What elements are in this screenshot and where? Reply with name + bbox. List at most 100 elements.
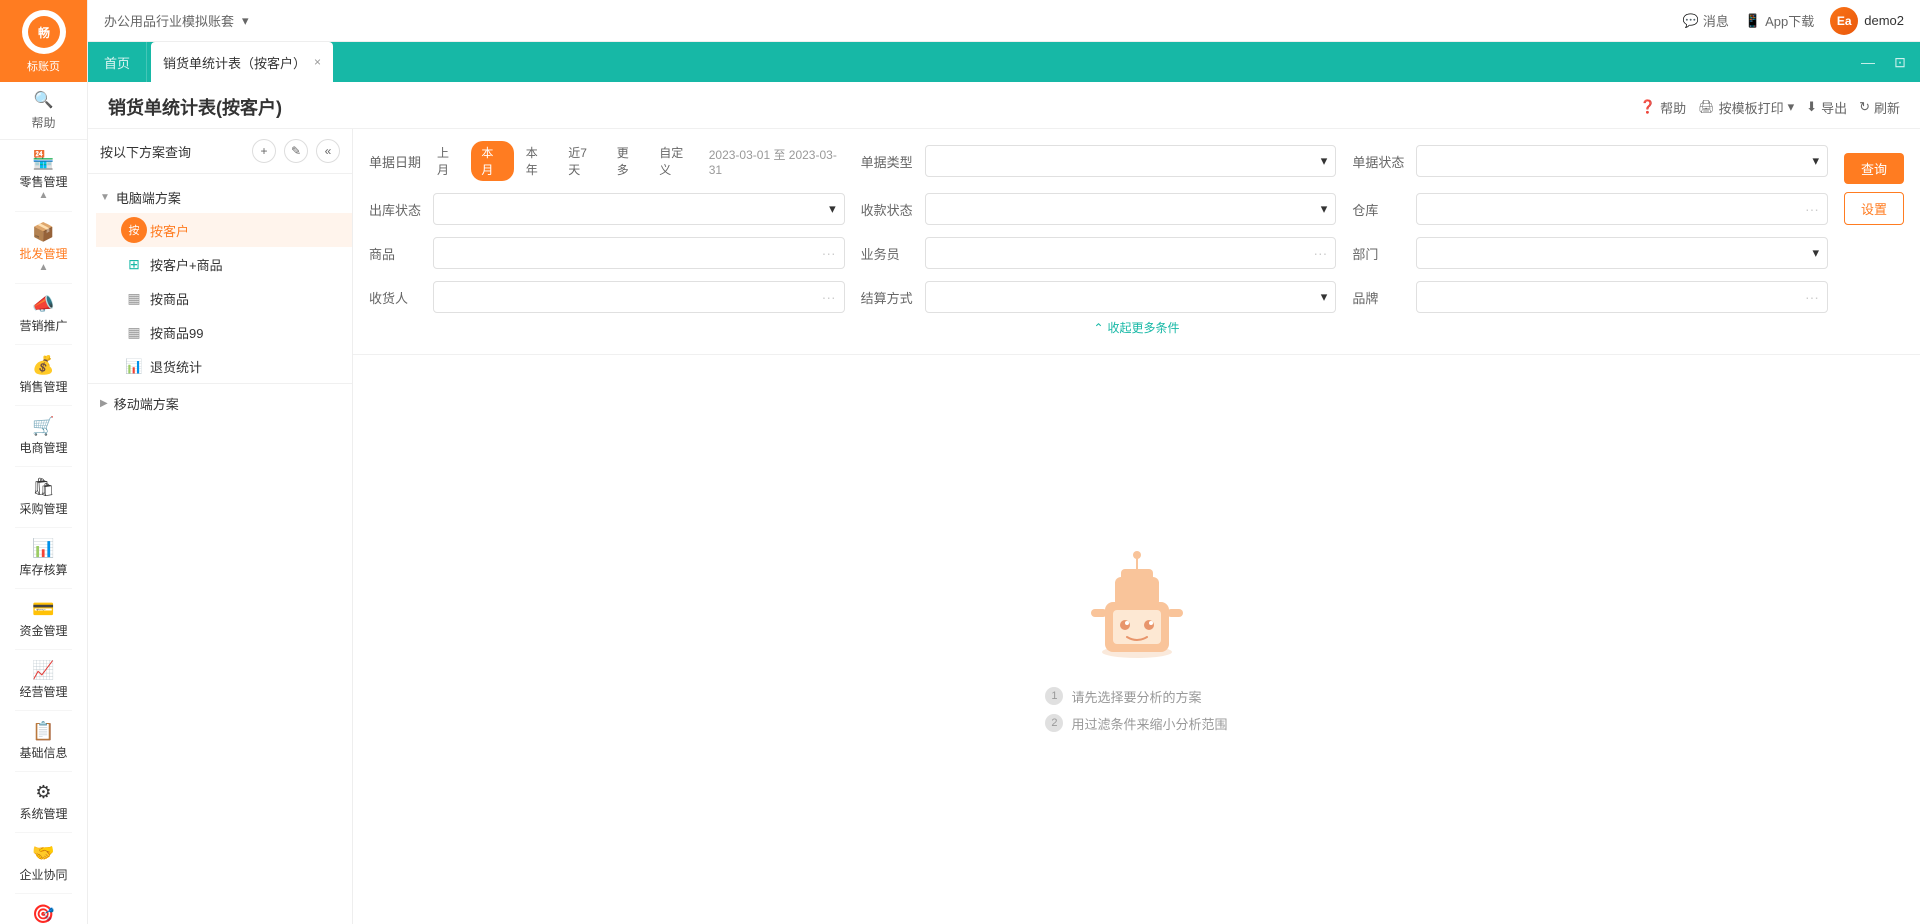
print-btn[interactable]: 🖨 按模板打印 ▾ xyxy=(1698,98,1794,117)
sidebar-item-零售管理[interactable]: 🏪 零售管理 ▲ xyxy=(15,140,71,212)
tab-minimize-btn[interactable]: — xyxy=(1856,50,1880,74)
tree-item-按商品99[interactable]: ▦ 按商品99 xyxy=(96,315,352,349)
sidebar-item-销售管理[interactable]: 💰 销售管理 xyxy=(15,345,71,406)
goods-select[interactable]: ··· xyxy=(433,237,845,269)
nav-icon: 📦 xyxy=(32,222,54,243)
date-label: 单据日期 xyxy=(369,152,421,171)
sidebar-item-电商管理[interactable]: 🛒 电商管理 xyxy=(15,406,71,467)
nav-icon: ⚙ xyxy=(35,782,51,803)
nav-icon: 📣 xyxy=(32,294,54,315)
sidebar-item-企业协同[interactable]: 🤝 企业协同 xyxy=(15,833,71,894)
date-tab-更多[interactable]: 更多 xyxy=(609,141,647,181)
tree-item-按商品[interactable]: ▦ 按商品 xyxy=(96,281,352,315)
nav-label: 库存核算 xyxy=(19,561,67,578)
collapse-more-btn[interactable]: ⌃ 收起更多条件 xyxy=(369,313,1904,342)
date-tabs: 上月本月本年近7天更多自定义 xyxy=(429,141,701,181)
nav-label: 经营管理 xyxy=(19,683,67,700)
dept-select[interactable]: ▾ xyxy=(1416,237,1828,269)
panel-header-actions: + ✎ « xyxy=(252,139,340,163)
salesman-field: 业务员 ··· xyxy=(861,237,1337,269)
nav-arrow-icon: ▲ xyxy=(39,190,49,201)
sidebar-item-经营管理[interactable]: 📈 经营管理 xyxy=(15,650,71,711)
sidebar-nav: 🏪 零售管理 ▲ 📦 批发管理 ▲ 📣 营销推广 💰 销售管理 🛒 电商管理 🛍… xyxy=(15,140,71,924)
edit-scheme-btn[interactable]: ✎ xyxy=(284,139,308,163)
tab-active[interactable]: 销货单统计表（按客户） × xyxy=(151,42,333,82)
consignee-select[interactable]: ··· xyxy=(433,281,845,313)
date-tab-近7天[interactable]: 近7天 xyxy=(560,141,605,181)
payment-field: 结算方式 ▾ xyxy=(861,281,1337,313)
doc-type-field: 单据类型 ▾ xyxy=(861,145,1337,177)
doc-state-select[interactable]: ▾ xyxy=(1416,145,1828,177)
sidebar-item-库存核算[interactable]: 📊 库存核算 xyxy=(15,528,71,589)
tab-home[interactable]: 首页 xyxy=(88,42,147,82)
collapse-panel-btn[interactable]: « xyxy=(316,139,340,163)
nav-label: 企业协同 xyxy=(19,866,67,883)
out-state-select[interactable]: ▾ xyxy=(433,193,845,225)
message-icon: 💬 xyxy=(1683,13,1699,29)
tree-mobile-group-header[interactable]: ▶ 移动端方案 xyxy=(88,388,352,419)
empty-state: 1 请先选择要分析的方案 2 用过滤条件来缩小分析范围 xyxy=(353,355,1920,924)
salesman-select[interactable]: ··· xyxy=(925,237,1337,269)
consignee-dots-icon: ··· xyxy=(822,289,836,305)
dept-label: 部门 xyxy=(1352,244,1408,263)
out-state-dropdown-icon: ▾ xyxy=(829,201,836,217)
tree-item-按客户+商品[interactable]: ⊞ 按客户+商品 xyxy=(96,247,352,281)
warehouse-select[interactable]: ··· xyxy=(1416,193,1828,225)
filter-row-4: 收货人 ··· 结算方式 xyxy=(369,281,1828,313)
topbar-dropdown-icon[interactable]: ▾ xyxy=(242,13,249,29)
query-btn[interactable]: 查询 xyxy=(1844,153,1904,184)
hint-2-num: 2 xyxy=(1045,714,1063,732)
date-tab-上月[interactable]: 上月 xyxy=(429,141,467,181)
brand-label: 品牌 xyxy=(1352,288,1408,307)
help-btn[interactable]: ❓ 帮助 xyxy=(1640,98,1686,117)
payment-select[interactable]: ▾ xyxy=(925,281,1337,313)
warehouse-label: 仓库 xyxy=(1352,200,1408,219)
refresh-btn[interactable]: ↻ 刷新 xyxy=(1859,98,1900,117)
topbar-right: 💬 消息 📱 App下载 Ea demo2 xyxy=(1683,7,1904,35)
date-tab-本年[interactable]: 本年 xyxy=(518,141,556,181)
sidebar-item-基础信息[interactable]: 📋 基础信息 xyxy=(15,711,71,772)
sidebar-item-资金管理[interactable]: 💳 资金管理 xyxy=(15,589,71,650)
page-actions: ❓ 帮助 🖨 按模板打印 ▾ ⬇ 导出 ↻ 刷新 xyxy=(1640,98,1900,117)
tree-item-icon: ▦ xyxy=(124,288,144,308)
out-state-label: 出库状态 xyxy=(369,200,425,219)
nav-icon: 🎯 xyxy=(32,904,54,924)
app-download-btn[interactable]: 📱 App下载 xyxy=(1745,11,1814,30)
tree-item-退货统计[interactable]: 📊 退货统计 xyxy=(96,349,352,383)
nav-icon: 🤝 xyxy=(32,843,54,864)
sidebar-item-营销推广[interactable]: 📣 营销推广 xyxy=(15,284,71,345)
export-icon: ⬇ xyxy=(1806,99,1817,115)
date-tab-本月[interactable]: 本月 xyxy=(471,141,513,181)
tree-desktop-group[interactable]: ▼ 电脑端方案 xyxy=(88,182,352,213)
date-tab-自定义[interactable]: 自定义 xyxy=(651,141,701,181)
search-menu-label: 帮助 xyxy=(31,114,55,131)
sidebar-item-批发管理[interactable]: 📦 批发管理 ▲ xyxy=(15,212,71,284)
export-btn[interactable]: ⬇ 导出 xyxy=(1806,98,1847,117)
sidebar-search[interactable]: 🔍 帮助 xyxy=(0,82,87,140)
add-scheme-btn[interactable]: + xyxy=(252,139,276,163)
tab-maximize-btn[interactable]: ⊡ xyxy=(1888,50,1912,74)
user-menu[interactable]: Ea demo2 xyxy=(1830,7,1904,35)
tree-item-按客户[interactable]: 按 按客户 xyxy=(96,213,352,247)
date-range-text: 2023-03-01 至 2023-03-31 xyxy=(709,146,845,177)
nav-label: 基础信息 xyxy=(19,744,67,761)
filter-row-date: 单据日期 上月本月本年近7天更多自定义 2023-03-01 至 2023-03… xyxy=(369,141,1828,181)
receipt-state-select[interactable]: ▾ xyxy=(925,193,1337,225)
doc-type-select[interactable]: ▾ xyxy=(925,145,1337,177)
brand-select[interactable]: ··· xyxy=(1416,281,1828,313)
tree-item-label: 按客户 xyxy=(150,221,189,240)
nav-label: 资金管理 xyxy=(19,622,67,639)
sidebar-item-新手引导[interactable]: 🎯 新手引导 xyxy=(15,894,71,924)
main-area: 办公用品行业模拟账套 ▾ 💬 消息 📱 App下载 Ea demo2 首页 xyxy=(88,0,1920,924)
message-btn[interactable]: 💬 消息 xyxy=(1683,11,1729,30)
brand-dots-icon: ··· xyxy=(1805,289,1819,305)
tree-item-label: 按商品 xyxy=(150,289,189,308)
dept-dropdown-icon: ▾ xyxy=(1812,245,1819,261)
filter-row-3: 商品 ··· 业务员 xyxy=(369,237,1828,269)
tab-close-icon[interactable]: × xyxy=(314,55,321,69)
nav-icon: 💰 xyxy=(32,355,54,376)
sidebar-item-系统管理[interactable]: ⚙ 系统管理 xyxy=(15,772,71,833)
nav-label: 零售管理 xyxy=(19,173,67,190)
settings-btn[interactable]: 设置 xyxy=(1844,192,1904,225)
sidebar-item-采购管理[interactable]: 🛍 采购管理 xyxy=(15,467,71,528)
